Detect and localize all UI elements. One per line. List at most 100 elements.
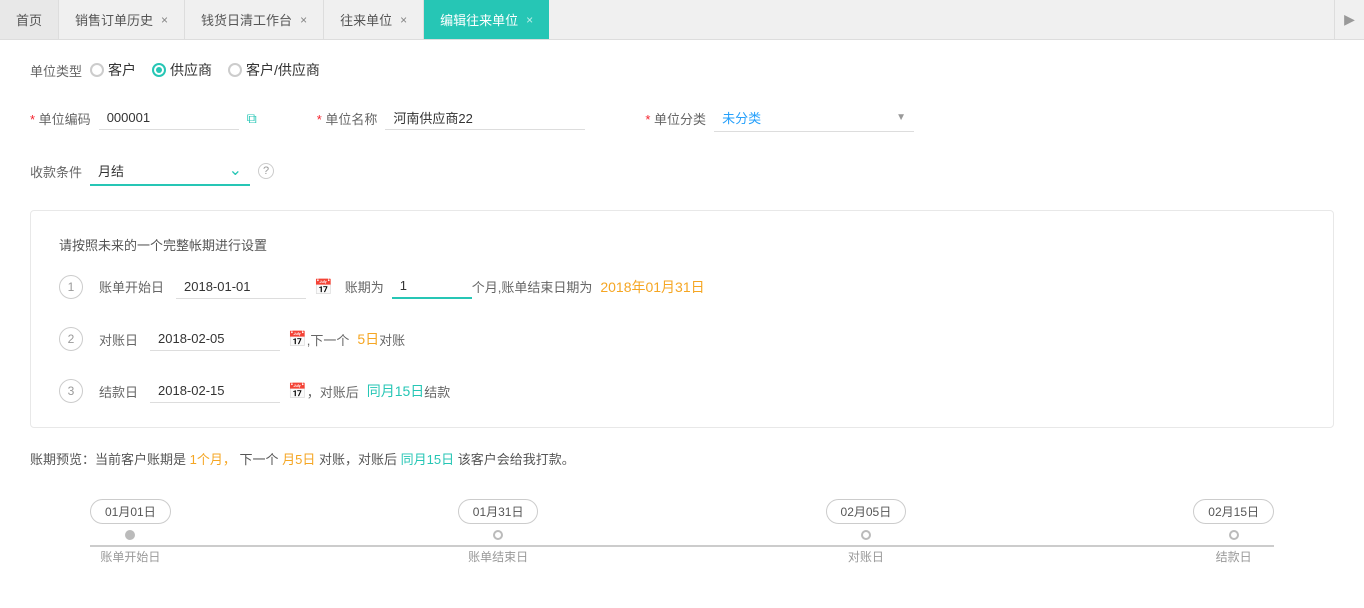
unit-category-field: 单位分类 未分类 ▼: [645, 104, 914, 132]
preview-section: 账期预览：当前客户账期是 1个月， 下一个 月5日 对账，对账后 同月15日 该…: [30, 448, 1334, 471]
step-3-date-input[interactable]: [150, 379, 280, 403]
step-2-row: 2 对账日 📅 ,下一个 5日 对账: [59, 327, 1305, 351]
tab-bar: 首页 销售订单历史 × 钱货日清工作台 × 往来单位 × 编辑往来单位 × ▶: [0, 0, 1364, 40]
tab-partner-label: 往来单位: [340, 10, 392, 29]
radio-customer-circle: [90, 63, 104, 77]
timeline-node-3: 02月15日 结款日: [1193, 499, 1274, 565]
tab-partner-close[interactable]: ×: [400, 13, 407, 27]
unit-type-label: 单位类型: [30, 61, 82, 80]
timeline-dot-2: [861, 530, 871, 540]
radio-supplier[interactable]: 供应商: [152, 60, 212, 80]
timeline-label-2: 对账日: [848, 548, 884, 565]
payment-terms-row: 收款条件 月结 ⌄ ?: [30, 156, 1334, 186]
step-2-date-input[interactable]: [150, 327, 280, 351]
timeline-date-1: 01月31日: [458, 499, 539, 524]
unit-name-label: 单位名称: [317, 109, 378, 128]
timeline-nodes: 01月01日 账单开始日 01月31日 账单结束日 02月05日 对账日 02月…: [90, 499, 1274, 565]
tab-home[interactable]: 首页: [0, 0, 59, 39]
payment-terms-value: 月结: [98, 161, 225, 180]
unit-type-radio-group: 客户 供应商 客户/供应商: [90, 60, 320, 80]
main-content: 单位类型 客户 供应商 客户/供应商 单位编码 ⧉: [0, 40, 1364, 608]
step-2-suffix-before: ,下一个: [307, 330, 350, 349]
step-1-period-input[interactable]: [392, 274, 472, 299]
payment-terms-label: 收款条件: [30, 162, 82, 181]
help-icon[interactable]: ?: [258, 163, 274, 179]
timeline-node-0: 01月01日 账单开始日: [90, 499, 171, 565]
copy-icon[interactable]: ⧉: [247, 110, 257, 127]
tab-edit-partner-close[interactable]: ×: [526, 13, 533, 27]
radio-customer[interactable]: 客户: [90, 60, 136, 80]
unit-category-arrow: ▼: [896, 112, 906, 123]
timeline-label-3: 结款日: [1216, 548, 1252, 565]
unit-code-label: 单位编码: [30, 109, 91, 128]
radio-both-label: 客户/供应商: [246, 60, 320, 80]
preview-period: 1个月，: [190, 452, 236, 467]
timeline-dot-1: [493, 530, 503, 540]
tab-cash-work[interactable]: 钱货日清工作台 ×: [185, 0, 324, 39]
step-3-row: 3 结款日 📅 ，对账后 同月15日 结款: [59, 379, 1305, 403]
preview-suffix: 该客户会给我打款。: [458, 452, 575, 467]
tab-edit-partner[interactable]: 编辑往来单位 ×: [424, 0, 549, 39]
step-1-label: 账单开始日: [99, 277, 164, 296]
billing-period-section: 请按照未来的一个完整帐期进行设置 1 账单开始日 📅 账期为 个月,账单结束日期…: [30, 210, 1334, 428]
step-1-date-input[interactable]: [176, 275, 306, 299]
step-2-num: 2: [59, 327, 83, 351]
radio-both-circle: [228, 63, 242, 77]
unit-code-input[interactable]: [99, 106, 239, 130]
step-1-num: 1: [59, 275, 83, 299]
timeline-dot-0: [125, 530, 135, 540]
timeline-node-2: 02月05日 对账日: [826, 499, 907, 565]
step-2-calendar-icon[interactable]: 📅: [288, 330, 307, 348]
section-title: 请按照未来的一个完整帐期进行设置: [59, 235, 1305, 254]
step-3-suffix-after: 结款: [424, 382, 450, 401]
unit-name-field: 单位名称: [317, 106, 586, 130]
unit-category-value: 未分类: [722, 108, 892, 127]
tab-home-label: 首页: [16, 10, 42, 29]
timeline-node-1: 01月31日 账单结束日: [458, 499, 539, 565]
step-1-end-date: 2018年01月31日: [600, 277, 704, 297]
payment-terms-select[interactable]: 月结 ⌄: [90, 156, 250, 186]
timeline-date-0: 01月01日: [90, 499, 171, 524]
step-3-num: 3: [59, 379, 83, 403]
timeline-container: 01月01日 账单开始日 01月31日 账单结束日 02月05日 对账日 02月…: [30, 499, 1334, 565]
radio-customer-label: 客户: [108, 60, 136, 80]
step-2-highlight-day: 5日: [357, 329, 379, 349]
preview-reconcile-day: 月5日: [282, 452, 315, 467]
tab-more-arrow[interactable]: ▶: [1334, 0, 1364, 39]
tab-sales-history-close[interactable]: ×: [161, 13, 168, 27]
preview-pay-day: 同月15日: [401, 452, 454, 467]
step-1-mid-text: 账期为: [345, 277, 384, 296]
step-3-highlight-day: 同月15日: [367, 381, 425, 401]
timeline-dot-3: [1229, 530, 1239, 540]
step-3-calendar-icon[interactable]: 📅: [288, 382, 307, 400]
payment-terms-field: 收款条件 月结 ⌄ ?: [30, 156, 274, 186]
preview-reconcile-suffix: 对账，对账后: [319, 452, 397, 467]
unit-type-row: 单位类型 客户 供应商 客户/供应商: [30, 60, 1334, 80]
step-3-label: 结款日: [99, 382, 138, 401]
unit-name-input[interactable]: [385, 106, 585, 130]
timeline-date-2: 02月05日: [826, 499, 907, 524]
unit-category-label: 单位分类: [645, 109, 706, 128]
step-2-suffix-after: 对账: [379, 330, 405, 349]
step-1-row: 1 账单开始日 📅 账期为 个月,账单结束日期为 2018年01月31日: [59, 274, 1305, 299]
radio-both[interactable]: 客户/供应商: [228, 60, 320, 80]
timeline-date-3: 02月15日: [1193, 499, 1274, 524]
radio-supplier-label: 供应商: [170, 60, 212, 80]
preview-prefix: 账期预览：当前客户账期是: [30, 452, 186, 467]
step-2-label: 对账日: [99, 330, 138, 349]
radio-supplier-circle: [152, 63, 166, 77]
unit-code-field: 单位编码 ⧉: [30, 106, 257, 130]
tab-cash-work-close[interactable]: ×: [300, 13, 307, 27]
preview-mid: 下一个: [240, 452, 279, 467]
step-1-suffix: 个月,账单结束日期为: [472, 277, 593, 296]
payment-terms-dropdown-icon[interactable]: ⌄: [229, 160, 242, 180]
timeline-label-0: 账单开始日: [100, 548, 160, 565]
tab-sales-history[interactable]: 销售订单历史 ×: [59, 0, 185, 39]
code-name-row: 单位编码 ⧉ 单位名称 单位分类 未分类 ▼: [30, 104, 1334, 132]
unit-category-select[interactable]: 未分类 ▼: [714, 104, 914, 132]
timeline-label-1: 账单结束日: [468, 548, 528, 565]
step-1-calendar-icon[interactable]: 📅: [314, 278, 333, 296]
tab-partner[interactable]: 往来单位 ×: [324, 0, 424, 39]
tab-edit-partner-label: 编辑往来单位: [440, 10, 518, 29]
unit-type-field: 单位类型 客户 供应商 客户/供应商: [30, 60, 320, 80]
